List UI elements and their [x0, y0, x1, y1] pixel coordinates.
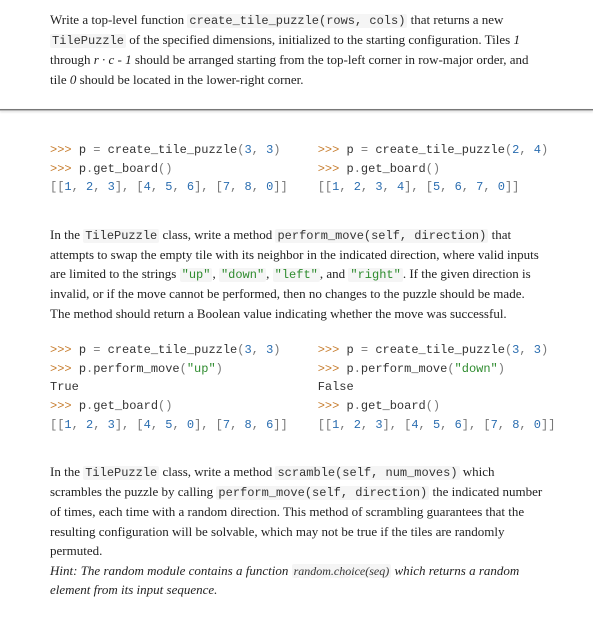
str-right: "right"	[348, 268, 402, 282]
example-2: >>> p = create_tile_puzzle(2, 4) >>> p.g…	[318, 141, 548, 197]
intro-text-1: Write a top-level function	[50, 12, 187, 27]
intro-paragraph: Write a top-level function create_tile_p…	[0, 0, 593, 109]
code-perform-move: perform_move(self, direction)	[275, 229, 488, 243]
str-left: "left"	[273, 268, 320, 282]
code-tilepuzzle-2: TilePuzzle	[83, 229, 159, 243]
example-row-2: >>> p = create_tile_puzzle(3, 3) >>> p.p…	[0, 341, 593, 434]
ital-rc1: r · c - 1	[94, 52, 132, 67]
str-down: "down"	[219, 268, 266, 282]
intro-text-2: that returns a new	[407, 12, 503, 27]
hint-text-1: Hint: The random module contains a funct…	[50, 563, 292, 578]
code-perform-move-2: perform_move(self, direction)	[216, 486, 429, 500]
intro-text-6: should be located in the lower-right cor…	[76, 72, 303, 87]
code-scramble: scramble(self, num_moves)	[275, 466, 459, 480]
code-create-tile-puzzle: create_tile_puzzle(rows, cols)	[187, 14, 407, 28]
intro-text-4: through	[50, 52, 94, 67]
example-3: >>> p = create_tile_puzzle(3, 3) >>> p.p…	[50, 341, 288, 434]
ital-1: 1	[513, 32, 520, 47]
code-tilepuzzle-3: TilePuzzle	[83, 466, 159, 480]
code-tilepuzzle: TilePuzzle	[50, 34, 126, 48]
perform-move-paragraph: In the TilePuzzle class, write a method …	[0, 215, 593, 342]
example-row-1: >>> p = create_tile_puzzle(3, 3) >>> p.g…	[0, 141, 593, 197]
scramble-paragraph: In the TilePuzzle class, write a method …	[0, 452, 593, 618]
code-random-choice: random.choice(seq)	[292, 564, 392, 578]
example-1: >>> p = create_tile_puzzle(3, 3) >>> p.g…	[50, 141, 288, 197]
str-up: "up"	[180, 268, 213, 282]
example-4: >>> p = create_tile_puzzle(3, 3) >>> p.p…	[318, 341, 556, 434]
intro-text-3: of the specified dimensions, initialized…	[126, 32, 513, 47]
